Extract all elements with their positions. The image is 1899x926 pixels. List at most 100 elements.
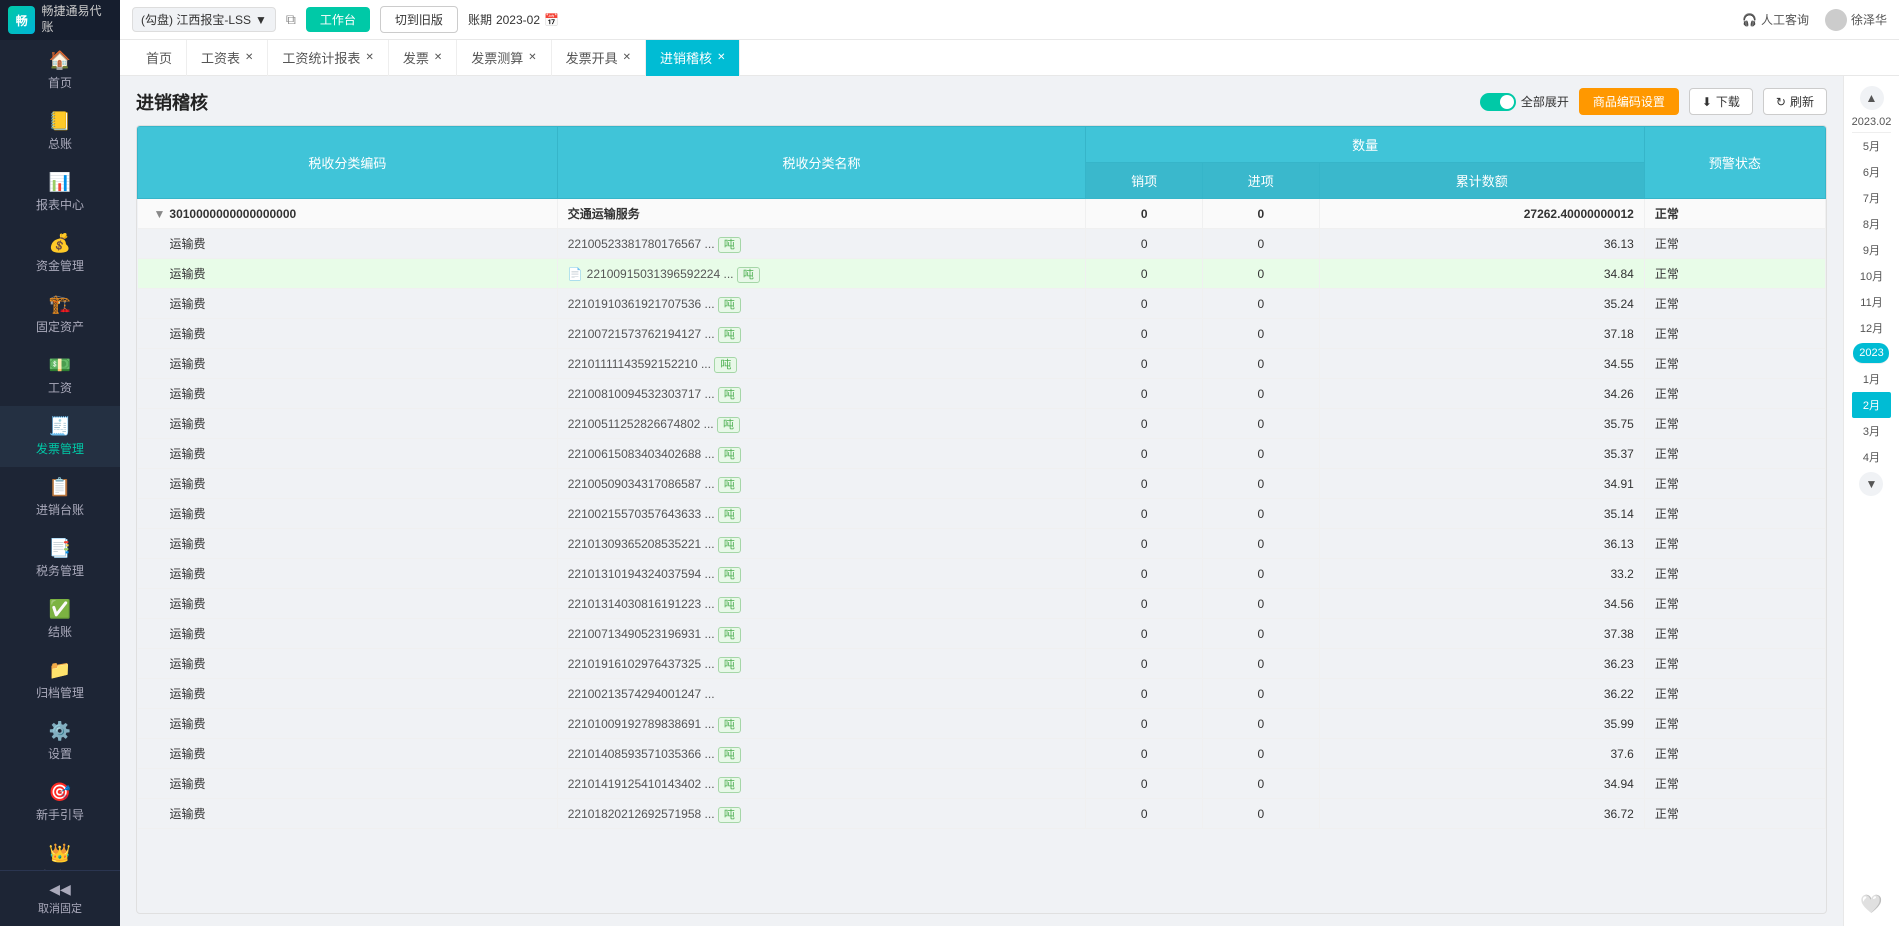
- commodity-settings-button[interactable]: 商品编码设置: [1579, 88, 1679, 115]
- table-row: 运输费 22101820212692571958 ... 吨 0 0 36.72…: [138, 799, 1826, 829]
- cell-code: 运输费: [138, 769, 558, 799]
- tab-close-icon[interactable]: ✕: [528, 52, 536, 63]
- cell-purchase: 0: [1202, 289, 1319, 319]
- download-button[interactable]: ⬇ 下载: [1689, 88, 1753, 115]
- tab-close-icon[interactable]: ✕: [623, 52, 631, 63]
- month-item-1月[interactable]: 1月: [1852, 366, 1892, 392]
- sidebar-item-固定资产[interactable]: 🏗️固定资产: [0, 284, 120, 345]
- sidebar-item-归档管理[interactable]: 📁归档管理: [0, 650, 120, 711]
- wu-tag[interactable]: 吨: [718, 507, 741, 523]
- tab-close-icon[interactable]: ✕: [717, 52, 725, 63]
- month-item-6月[interactable]: 6月: [1852, 159, 1892, 185]
- table-row: ▼3010000000000000000 交通运输服务 0 0 27262.40…: [138, 199, 1826, 229]
- wu-tag[interactable]: 吨: [718, 477, 741, 493]
- favorite-icon[interactable]: 🤍: [1858, 890, 1886, 918]
- cell-detail-code: 22100721573762194127 ... 吨: [557, 319, 1086, 349]
- cell-cumulative: 33.2: [1319, 559, 1644, 589]
- cell-code: 运输费: [138, 259, 558, 289]
- panel-scroll-up[interactable]: ▲: [1860, 86, 1884, 110]
- col-tax-name-header: 税收分类名称: [557, 127, 1086, 199]
- wu-tag[interactable]: 吨: [718, 597, 741, 613]
- workbench-button[interactable]: 工作台: [306, 7, 370, 32]
- tab-close-icon[interactable]: ✕: [365, 52, 373, 63]
- wu-tag[interactable]: 吨: [718, 297, 741, 313]
- cell-cumulative: 35.75: [1319, 409, 1644, 439]
- tab-工资表[interactable]: 工资表✕: [187, 40, 268, 76]
- wu-tag[interactable]: 吨: [718, 327, 741, 343]
- sidebar-item-label: 归档管理: [36, 684, 84, 701]
- customer-service-button[interactable]: 🎧 人工客询: [1742, 11, 1809, 28]
- wu-tag[interactable]: 吨: [717, 417, 740, 433]
- table-row: 运输费 22101309365208535221 ... 吨 0 0 36.13…: [138, 529, 1826, 559]
- tab-进销稽核[interactable]: 进销稽核✕: [646, 40, 740, 76]
- wu-tag[interactable]: 吨: [718, 567, 741, 583]
- toggle-track[interactable]: [1480, 93, 1516, 111]
- switch-version-button[interactable]: 切到旧版: [380, 6, 458, 33]
- cell-purchase: 0: [1202, 589, 1319, 619]
- wu-tag[interactable]: 吨: [718, 387, 741, 403]
- cell-status: 正常: [1644, 409, 1825, 439]
- tab-发票测算[interactable]: 发票测算✕: [457, 40, 551, 76]
- cell-code: 运输费: [138, 289, 558, 319]
- month-item-3月[interactable]: 3月: [1852, 418, 1892, 444]
- cell-detail-code: 22101314030816191223 ... 吨: [557, 589, 1086, 619]
- tab-发票开具[interactable]: 发票开具✕: [552, 40, 646, 76]
- month-item-4月[interactable]: 4月: [1852, 444, 1892, 470]
- wu-tag[interactable]: 吨: [718, 537, 741, 553]
- wu-tag[interactable]: 吨: [718, 717, 741, 733]
- month-item-12月[interactable]: 12月: [1852, 315, 1892, 341]
- sidebar-item-进销台账[interactable]: 📋进销台账: [0, 467, 120, 528]
- expand-all-toggle[interactable]: 全部展开: [1480, 93, 1569, 111]
- cell-status: 正常: [1644, 469, 1825, 499]
- cell-detail-code: 22101820212692571958 ... 吨: [557, 799, 1086, 829]
- month-item-10月[interactable]: 10月: [1852, 263, 1892, 289]
- tab-close-icon[interactable]: ✕: [434, 52, 442, 63]
- tab-工资统计报表[interactable]: 工资统计报表✕: [268, 40, 388, 76]
- wu-tag[interactable]: 吨: [718, 747, 741, 763]
- sidebar-item-发票管理[interactable]: 🧾发票管理: [0, 406, 120, 467]
- copy-icon[interactable]: ⧉: [286, 11, 296, 28]
- sidebar-item-畅会员[interactable]: 👑畅会员: [0, 833, 120, 870]
- month-item-9月[interactable]: 9月: [1852, 237, 1892, 263]
- tab-发票[interactable]: 发票✕: [389, 40, 457, 76]
- month-item-5月[interactable]: 5月: [1852, 133, 1892, 159]
- sidebar-item-税务管理[interactable]: 📑税务管理: [0, 528, 120, 589]
- tab-首页[interactable]: 首页: [132, 40, 187, 76]
- refresh-button[interactable]: ↻ 刷新: [1763, 88, 1827, 115]
- sidebar-item-工资[interactable]: 💵工资: [0, 345, 120, 406]
- wu-tag[interactable]: 吨: [714, 357, 737, 373]
- cell-status: 正常: [1644, 349, 1825, 379]
- wu-tag[interactable]: 吨: [718, 237, 741, 253]
- month-item-11月[interactable]: 11月: [1852, 289, 1892, 315]
- sidebar-item-报表中心[interactable]: 📊报表中心: [0, 162, 120, 223]
- chevron-down-icon: ▼: [255, 13, 267, 27]
- sidebar-item-总账[interactable]: 📒总账: [0, 101, 120, 162]
- month-item-2月[interactable]: 2月: [1852, 392, 1892, 418]
- company-selector[interactable]: (勾盘) 江西报宝-LSS ▼: [132, 7, 276, 32]
- wu-tag[interactable]: 吨: [718, 447, 741, 463]
- sidebar-item-首页[interactable]: 🏠首页: [0, 40, 120, 101]
- sidebar-item-结账[interactable]: ✅结账: [0, 589, 120, 650]
- month-item-8月[interactable]: 8月: [1852, 211, 1892, 237]
- wu-tag[interactable]: 吨: [718, 657, 741, 673]
- cell-status: 正常: [1644, 259, 1825, 289]
- user-menu[interactable]: 徐泽华: [1825, 9, 1887, 31]
- wu-tag[interactable]: 吨: [737, 267, 760, 283]
- calendar-icon[interactable]: 📅: [544, 13, 559, 27]
- wu-tag[interactable]: 吨: [718, 807, 741, 823]
- sidebar-item-新手引导[interactable]: 🎯新手引导: [0, 772, 120, 833]
- unpin-button[interactable]: ◀◀ 取消固定: [38, 881, 82, 916]
- cell-purchase: 0: [1202, 259, 1319, 289]
- sidebar-item-设置[interactable]: ⚙️设置: [0, 711, 120, 772]
- wu-tag[interactable]: 吨: [718, 627, 741, 643]
- wu-tag[interactable]: 吨: [718, 777, 741, 793]
- month-item-7月[interactable]: 7月: [1852, 185, 1892, 211]
- cell-name: 交通运输服务: [557, 199, 1086, 229]
- sidebar-item-label: 税务管理: [36, 562, 84, 579]
- tab-close-icon[interactable]: ✕: [245, 52, 253, 63]
- table-row: 运输费 22100615083403402688 ... 吨 0 0 35.37…: [138, 439, 1826, 469]
- sidebar-item-资金管理[interactable]: 💰资金管理: [0, 223, 120, 284]
- cell-cumulative: 35.37: [1319, 439, 1644, 469]
- panel-scroll-down[interactable]: ▼: [1859, 472, 1883, 496]
- nav-icon: ⚙️: [49, 721, 71, 742]
